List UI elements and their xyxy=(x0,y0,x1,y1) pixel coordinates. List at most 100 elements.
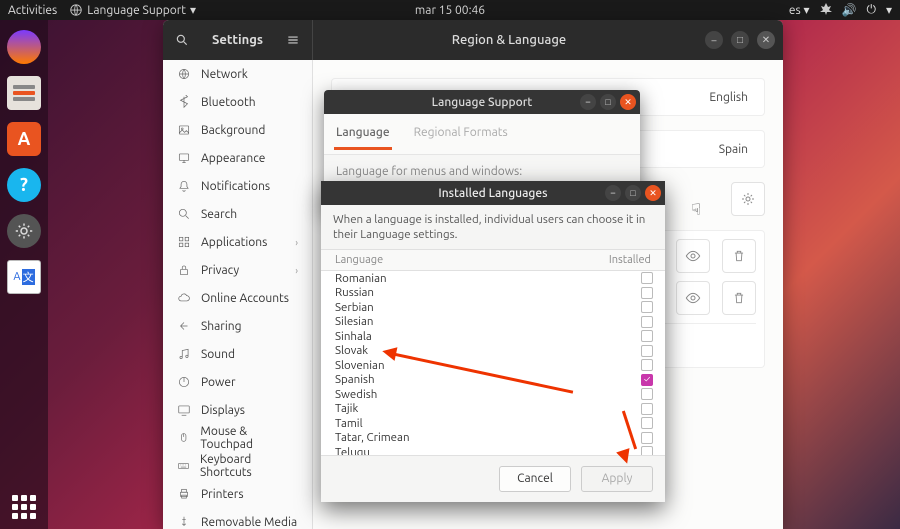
sidebar-item-displays[interactable]: Displays xyxy=(163,396,312,424)
sidebar-item-printers[interactable]: Printers xyxy=(163,480,312,508)
language-name: Russian xyxy=(335,286,374,299)
app-menu-label: Language Support xyxy=(87,4,186,17)
install-checkbox[interactable] xyxy=(641,330,653,342)
eye-icon xyxy=(685,290,701,306)
maximize-button[interactable]: □ xyxy=(625,185,641,201)
language-row[interactable]: Slovenian xyxy=(321,358,665,373)
power-icon[interactable]: ⏻ xyxy=(866,3,876,17)
sidebar-item-notifications[interactable]: Notifications xyxy=(163,172,312,200)
language-row[interactable]: Romanian xyxy=(321,271,665,286)
minimize-button[interactable]: – xyxy=(705,31,723,49)
language-name: Telugu xyxy=(335,446,370,455)
dock-firefox-icon[interactable] xyxy=(7,30,41,64)
keyboard-icon xyxy=(177,459,190,473)
cancel-button[interactable]: Cancel xyxy=(499,466,571,492)
sidebar-item-label: Notifications xyxy=(201,180,270,193)
sidebar-item-online-accounts[interactable]: Online Accounts xyxy=(163,284,312,312)
mouse-icon xyxy=(177,431,190,445)
sidebar-item-appearance[interactable]: Appearance xyxy=(163,144,312,172)
sidebar-item-sharing[interactable]: Sharing xyxy=(163,312,312,340)
language-name: Serbian xyxy=(335,301,374,314)
preview-button-2[interactable] xyxy=(676,281,710,315)
language-row[interactable]: Serbian xyxy=(321,300,665,315)
install-checkbox[interactable] xyxy=(641,446,653,455)
close-button[interactable]: ✕ xyxy=(620,94,636,110)
dock-files-icon[interactable] xyxy=(7,76,41,110)
dialog-header: Installed Languages – □ ✕ xyxy=(321,181,665,205)
install-checkbox[interactable] xyxy=(641,359,653,371)
gear-icon xyxy=(740,191,756,207)
language-row[interactable]: Silesian xyxy=(321,314,665,329)
sidebar-item-privacy[interactable]: Privacy› xyxy=(163,256,312,284)
minimize-button[interactable]: – xyxy=(580,94,596,110)
close-button[interactable]: ✕ xyxy=(645,185,661,201)
language-row[interactable]: Telugu xyxy=(321,445,665,455)
language-row[interactable]: Swedish xyxy=(321,387,665,402)
language-list[interactable]: RomanianRussianSerbianSilesianSinhalaSlo… xyxy=(321,271,665,455)
clock[interactable]: mar 15 00:46 xyxy=(415,4,485,17)
sidebar-item-keyboard-shortcuts[interactable]: Keyboard Shortcuts xyxy=(163,452,312,480)
language-name: Swedish xyxy=(335,388,377,401)
maximize-button[interactable]: □ xyxy=(731,31,749,49)
sidebar-item-mouse-touchpad[interactable]: Mouse & Touchpad xyxy=(163,424,312,452)
language-name: Tajik xyxy=(335,402,358,415)
sidebar-item-applications[interactable]: Applications› xyxy=(163,228,312,256)
language-row[interactable]: Slovak xyxy=(321,343,665,358)
close-button[interactable]: ✕ xyxy=(757,31,775,49)
language-row[interactable]: Tatar, Crimean xyxy=(321,430,665,445)
delete-button[interactable] xyxy=(722,239,756,273)
delete-button-2[interactable] xyxy=(722,281,756,315)
language-value: English xyxy=(709,91,748,104)
language-name: Tatar, Crimean xyxy=(335,431,410,444)
app-menu[interactable]: Language Support ▾ xyxy=(69,3,196,17)
app-grid-button[interactable] xyxy=(12,495,36,519)
dock-settings-icon[interactable] xyxy=(7,214,41,248)
printer-icon xyxy=(177,487,191,501)
activities-button[interactable]: Activities xyxy=(8,4,57,17)
install-checkbox[interactable] xyxy=(641,272,653,284)
volume-icon[interactable]: 🔊 xyxy=(842,3,857,17)
install-checkbox[interactable] xyxy=(641,403,653,415)
dock-language-icon[interactable]: A文 xyxy=(7,260,41,294)
install-checkbox[interactable] xyxy=(641,388,653,400)
install-checkbox[interactable] xyxy=(641,417,653,429)
tab-language[interactable]: Language xyxy=(334,118,392,150)
install-checkbox[interactable] xyxy=(641,374,653,386)
sidebar-item-power[interactable]: Power xyxy=(163,368,312,396)
language-row[interactable]: Russian xyxy=(321,285,665,300)
sidebar-item-background[interactable]: Background xyxy=(163,116,312,144)
dialog-title: Language Support xyxy=(432,96,533,109)
language-name: Slovenian xyxy=(335,359,385,372)
apply-button[interactable]: Apply xyxy=(581,466,653,492)
install-checkbox[interactable] xyxy=(641,316,653,328)
minimize-button[interactable]: – xyxy=(605,185,621,201)
preview-button[interactable] xyxy=(676,239,710,273)
install-checkbox[interactable] xyxy=(641,432,653,444)
language-row[interactable]: Tamil xyxy=(321,416,665,431)
language-row[interactable]: Spanish xyxy=(321,372,665,387)
cursor-pointer: ☟ xyxy=(691,200,701,219)
dock-software-icon[interactable] xyxy=(7,122,41,156)
sidebar-item-label: Appearance xyxy=(201,152,265,165)
search-button[interactable] xyxy=(169,27,195,53)
sidebar-item-search[interactable]: Search xyxy=(163,200,312,228)
language-row[interactable]: Tajik xyxy=(321,401,665,416)
hamburger-button[interactable] xyxy=(280,27,306,53)
install-checkbox[interactable] xyxy=(641,287,653,299)
tab-regional-formats[interactable]: Regional Formats xyxy=(412,118,510,150)
monitor-icon xyxy=(177,151,191,165)
options-button[interactable] xyxy=(731,182,765,216)
maximize-button[interactable]: □ xyxy=(600,94,616,110)
power-icon xyxy=(177,375,191,389)
sidebar-item-network[interactable]: Network xyxy=(163,60,312,88)
install-checkbox[interactable] xyxy=(641,345,653,357)
install-checkbox[interactable] xyxy=(641,301,653,313)
dock-help-icon[interactable] xyxy=(7,168,41,202)
sidebar-item-sound[interactable]: Sound xyxy=(163,340,312,368)
language-row[interactable]: Sinhala xyxy=(321,329,665,344)
sidebar-item-bluetooth[interactable]: Bluetooth xyxy=(163,88,312,116)
input-indicator[interactable]: es ▾ xyxy=(789,3,810,17)
network-icon[interactable] xyxy=(820,3,832,18)
dock: A文 xyxy=(0,20,48,529)
sidebar-item-removable-media[interactable]: Removable Media xyxy=(163,508,312,529)
